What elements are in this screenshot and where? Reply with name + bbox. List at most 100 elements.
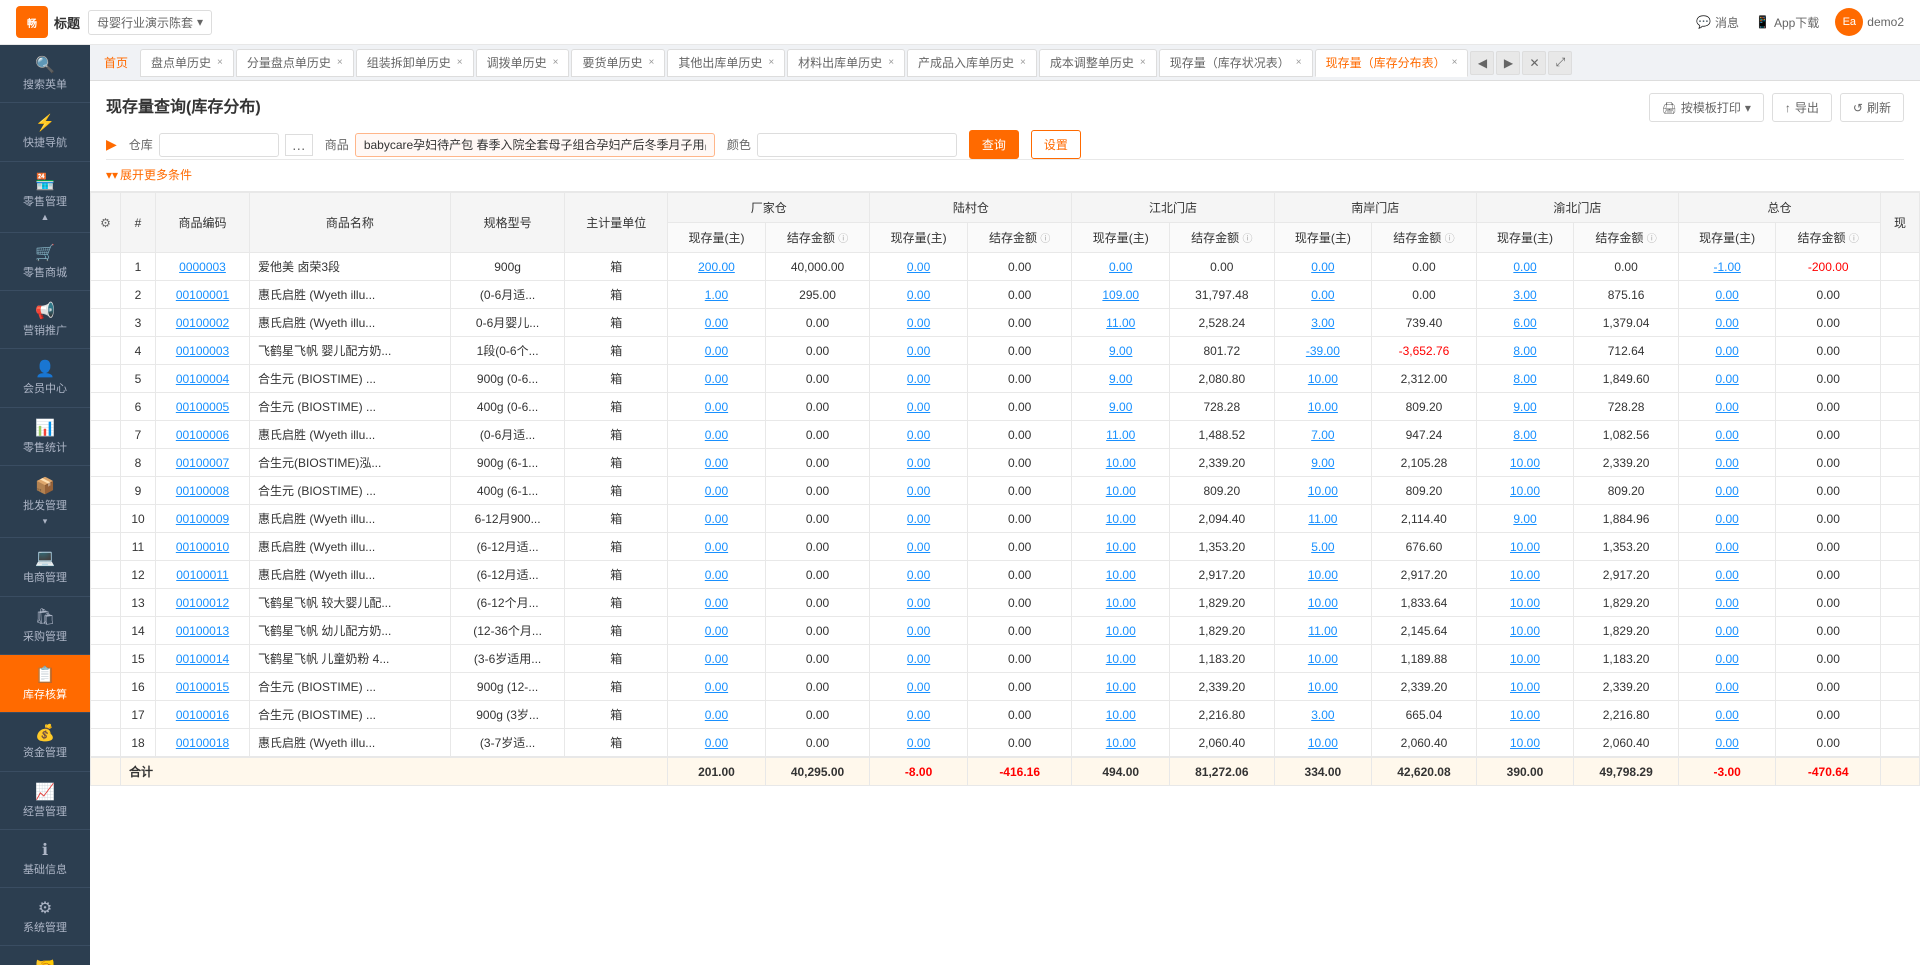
cell-wh-qty-5[interactable]: 0.00: [1678, 701, 1776, 729]
cell-wh-qty-4[interactable]: 10.00: [1476, 477, 1574, 505]
cell-wh-qty-2[interactable]: 10.00: [1072, 645, 1170, 673]
message-btn[interactable]: 💬 消息: [1696, 14, 1739, 31]
cell-wh-qty-1[interactable]: 0.00: [870, 561, 968, 589]
expand-row-btn[interactable]: ▶: [106, 136, 117, 153]
cell-code[interactable]: 00100003: [156, 337, 250, 365]
cell-wh-qty-0[interactable]: 0.00: [668, 701, 766, 729]
tab-close-cost[interactable]: ×: [1140, 57, 1146, 68]
cell-wh-qty-2[interactable]: 109.00: [1072, 281, 1170, 309]
cell-wh-qty-1[interactable]: 0.00: [870, 393, 968, 421]
cell-wh-qty-4[interactable]: 10.00: [1476, 589, 1574, 617]
cell-wh-qty-2[interactable]: 11.00: [1072, 421, 1170, 449]
cell-wh-qty-3[interactable]: 7.00: [1274, 421, 1372, 449]
cell-wh-qty-3[interactable]: 10.00: [1274, 729, 1372, 758]
sidebar-item-operations[interactable]: 📈 经营管理: [0, 772, 90, 830]
cell-wh-qty-0[interactable]: 0.00: [668, 729, 766, 758]
cell-wh-qty-2[interactable]: 10.00: [1072, 505, 1170, 533]
cell-wh-qty-1[interactable]: 0.00: [870, 449, 968, 477]
cell-wh-qty-3[interactable]: 10.00: [1274, 589, 1372, 617]
tab-close-material[interactable]: ×: [888, 57, 894, 68]
cell-wh-qty-4[interactable]: 10.00: [1476, 673, 1574, 701]
sidebar-item-member[interactable]: 👤 会员中心: [0, 349, 90, 407]
tab-close-finished[interactable]: ×: [1020, 57, 1026, 68]
cell-wh-qty-4[interactable]: 9.00: [1476, 393, 1574, 421]
cell-wh-qty-0[interactable]: 0.00: [668, 589, 766, 617]
cell-wh-qty-4[interactable]: 10.00: [1476, 645, 1574, 673]
sidebar-item-ecommerce[interactable]: 💻 电商管理: [0, 538, 90, 596]
cell-wh-qty-5[interactable]: 0.00: [1678, 729, 1776, 758]
cell-wh-qty-4[interactable]: 9.00: [1476, 505, 1574, 533]
tab-close-all-btn[interactable]: ✕: [1522, 51, 1546, 75]
cell-code[interactable]: 00100016: [156, 701, 250, 729]
cell-code[interactable]: 00100007: [156, 449, 250, 477]
cell-wh-qty-0[interactable]: 0.00: [668, 393, 766, 421]
color-input[interactable]: [757, 133, 957, 157]
cell-wh-qty-2[interactable]: 11.00: [1072, 309, 1170, 337]
print-btn[interactable]: 🖨 按模板打印 ▾: [1649, 93, 1764, 122]
tab-stocktake[interactable]: 盘点单历史 ×: [140, 49, 234, 77]
cell-wh-qty-5[interactable]: 0.00: [1678, 449, 1776, 477]
sidebar-item-marketing[interactable]: 📢 营销推广: [0, 291, 90, 349]
cell-wh-qty-0[interactable]: 0.00: [668, 617, 766, 645]
cell-wh-qty-3[interactable]: 10.00: [1274, 673, 1372, 701]
cell-wh-qty-1[interactable]: 0.00: [870, 421, 968, 449]
cell-wh-qty-0[interactable]: 0.00: [668, 673, 766, 701]
cell-wh-qty-2[interactable]: 9.00: [1072, 337, 1170, 365]
cell-wh-qty-1[interactable]: 0.00: [870, 673, 968, 701]
cell-wh-qty-0[interactable]: 0.00: [668, 309, 766, 337]
sidebar-item-base-info[interactable]: ℹ 基础信息: [0, 830, 90, 888]
cell-wh-qty-4[interactable]: 10.00: [1476, 533, 1574, 561]
cell-wh-qty-3[interactable]: 5.00: [1274, 533, 1372, 561]
sidebar-item-purchase[interactable]: 🛍 采购管理: [0, 597, 90, 655]
tab-next-btn[interactable]: ▶: [1496, 51, 1520, 75]
cell-wh-qty-5[interactable]: 0.00: [1678, 309, 1776, 337]
tab-outbound[interactable]: 其他出库单历史 ×: [667, 49, 785, 77]
cell-wh-qty-3[interactable]: 11.00: [1274, 617, 1372, 645]
sidebar-item-mall[interactable]: 🛒 零售商城: [0, 233, 90, 291]
cell-code[interactable]: 00100009: [156, 505, 250, 533]
sidebar-item-finance[interactable]: 💰 资金管理: [0, 713, 90, 771]
cell-wh-qty-4[interactable]: 8.00: [1476, 337, 1574, 365]
cell-wh-qty-5[interactable]: 0.00: [1678, 673, 1776, 701]
warehouse-dots-btn[interactable]: …: [285, 134, 313, 156]
cell-wh-qty-5[interactable]: 0.00: [1678, 421, 1776, 449]
cell-wh-qty-5[interactable]: 0.00: [1678, 561, 1776, 589]
cell-wh-qty-3[interactable]: 10.00: [1274, 645, 1372, 673]
cell-wh-qty-2[interactable]: 0.00: [1072, 253, 1170, 281]
cell-wh-qty-3[interactable]: 10.00: [1274, 393, 1372, 421]
cell-wh-qty-0[interactable]: 0.00: [668, 533, 766, 561]
cell-wh-qty-3[interactable]: 10.00: [1274, 561, 1372, 589]
cell-wh-qty-2[interactable]: 10.00: [1072, 533, 1170, 561]
cell-code[interactable]: 00100002: [156, 309, 250, 337]
cell-wh-qty-4[interactable]: 10.00: [1476, 617, 1574, 645]
cell-wh-qty-4[interactable]: 8.00: [1476, 365, 1574, 393]
cell-wh-qty-5[interactable]: 0.00: [1678, 281, 1776, 309]
tab-order[interactable]: 要货单历史 ×: [571, 49, 665, 77]
cell-code[interactable]: 00100012: [156, 589, 250, 617]
cell-code[interactable]: 00100015: [156, 673, 250, 701]
tab-close-outbound[interactable]: ×: [768, 57, 774, 68]
tab-prev-btn[interactable]: ◀: [1470, 51, 1494, 75]
cell-wh-qty-4[interactable]: 3.00: [1476, 281, 1574, 309]
table-area[interactable]: ⚙ # 商品编码 商品名称 规格型号 主计量单位 厂家仓 陆村仓 江北门店 南岸…: [90, 192, 1920, 965]
cell-wh-qty-4[interactable]: 0.00: [1476, 253, 1574, 281]
user-area[interactable]: Ea demo2: [1835, 8, 1904, 36]
cell-wh-qty-3[interactable]: 11.00: [1274, 505, 1372, 533]
cell-wh-qty-2[interactable]: 10.00: [1072, 589, 1170, 617]
warehouse-input[interactable]: [159, 133, 279, 157]
cell-code[interactable]: 00100011: [156, 561, 250, 589]
cell-wh-qty-5[interactable]: 0.00: [1678, 505, 1776, 533]
tab-close-assembly[interactable]: ×: [457, 57, 463, 68]
cell-wh-qty-0[interactable]: 0.00: [668, 477, 766, 505]
th-settings[interactable]: ⚙: [91, 193, 121, 253]
query-btn[interactable]: 查询: [969, 130, 1019, 159]
cell-wh-qty-0[interactable]: 200.00: [668, 253, 766, 281]
refresh-btn[interactable]: ↺ 刷新: [1840, 93, 1904, 122]
cell-wh-qty-1[interactable]: 0.00: [870, 253, 968, 281]
cell-wh-qty-3[interactable]: 0.00: [1274, 253, 1372, 281]
cell-wh-qty-0[interactable]: 0.00: [668, 365, 766, 393]
cell-code[interactable]: 00100010: [156, 533, 250, 561]
cell-code[interactable]: 00100005: [156, 393, 250, 421]
cell-wh-qty-4[interactable]: 8.00: [1476, 421, 1574, 449]
tab-close-transfer[interactable]: ×: [553, 57, 559, 68]
